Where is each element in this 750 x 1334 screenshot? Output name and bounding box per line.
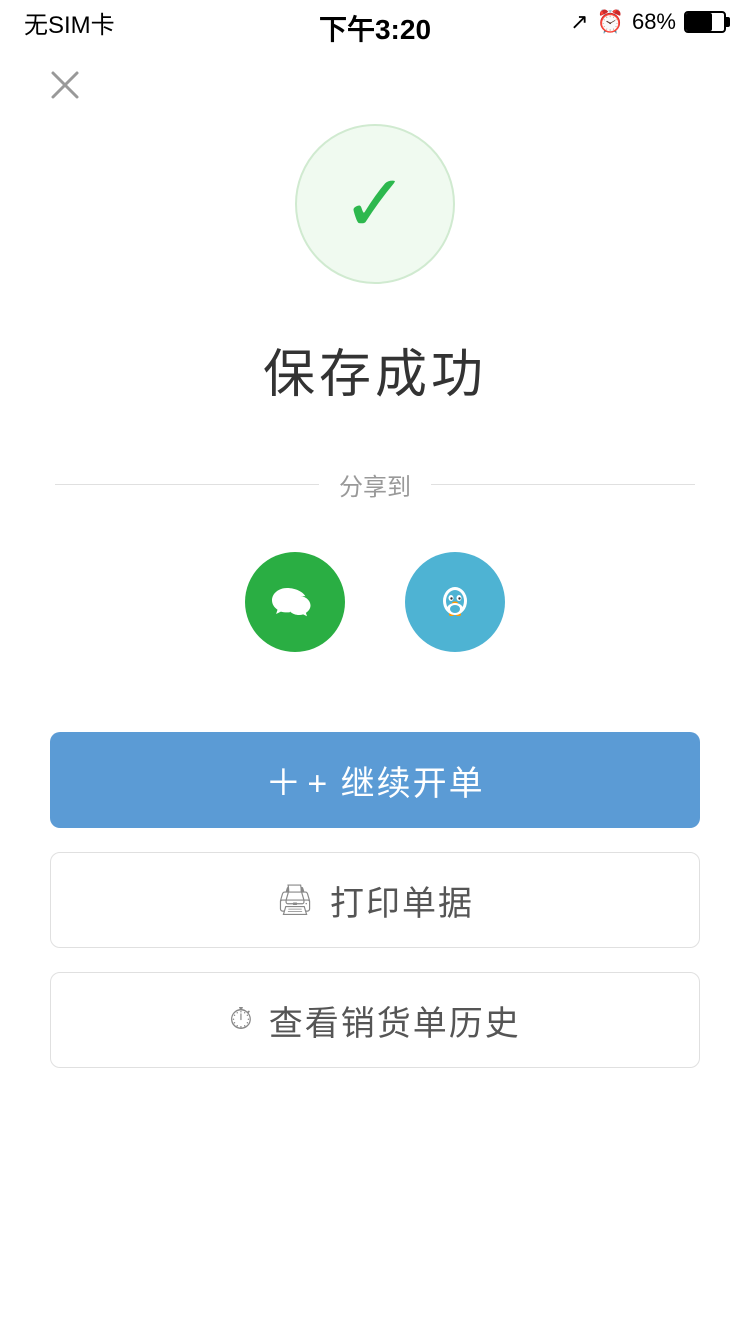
share-divider: 分享到 bbox=[55, 467, 695, 502]
print-button[interactable]: 🖨 打印单据 bbox=[50, 852, 700, 948]
carrier-label: 无SIM卡 bbox=[24, 5, 115, 40]
wechat-share-button[interactable] bbox=[245, 552, 345, 652]
continue-order-label: + 继续开单 bbox=[307, 756, 484, 805]
plus-icon: ＋ bbox=[265, 754, 303, 806]
main-content: ✓ 保存成功 分享到 bbox=[0, 44, 750, 1068]
carrier-wifi: 无SIM卡 bbox=[24, 5, 123, 40]
status-bar: 无SIM卡 下午3:20 ↗ ⏰ 68% bbox=[0, 0, 750, 44]
share-icons bbox=[245, 552, 505, 652]
clock-icon: ⏱ bbox=[229, 1003, 254, 1037]
close-button[interactable] bbox=[40, 60, 90, 110]
history-label: 查看销货单历史 bbox=[269, 996, 521, 1045]
location-icon: ↗ bbox=[570, 9, 588, 35]
divider-left bbox=[55, 484, 319, 485]
battery-percent: 68% bbox=[632, 9, 676, 35]
print-label: 打印单据 bbox=[330, 876, 474, 925]
history-button[interactable]: ⏱ 查看销货单历史 bbox=[50, 972, 700, 1068]
alarm-icon: ⏰ bbox=[597, 9, 624, 35]
continue-order-button[interactable]: ＋ + 继续开单 bbox=[50, 732, 700, 828]
checkmark-icon: ✓ bbox=[341, 164, 408, 244]
success-title: 保存成功 bbox=[263, 332, 487, 407]
divider-right bbox=[431, 484, 695, 485]
status-right: ↗ ⏰ 68% bbox=[570, 9, 726, 35]
battery-icon bbox=[684, 11, 726, 33]
share-label: 分享到 bbox=[339, 467, 411, 502]
qq-share-button[interactable] bbox=[405, 552, 505, 652]
success-circle: ✓ bbox=[295, 124, 455, 284]
print-icon: 🖨 bbox=[276, 883, 316, 918]
time-label: 下午3:20 bbox=[319, 8, 431, 48]
action-buttons: ＋ + 继续开单 🖨 打印单据 ⏱ 查看销货单历史 bbox=[50, 732, 700, 1068]
